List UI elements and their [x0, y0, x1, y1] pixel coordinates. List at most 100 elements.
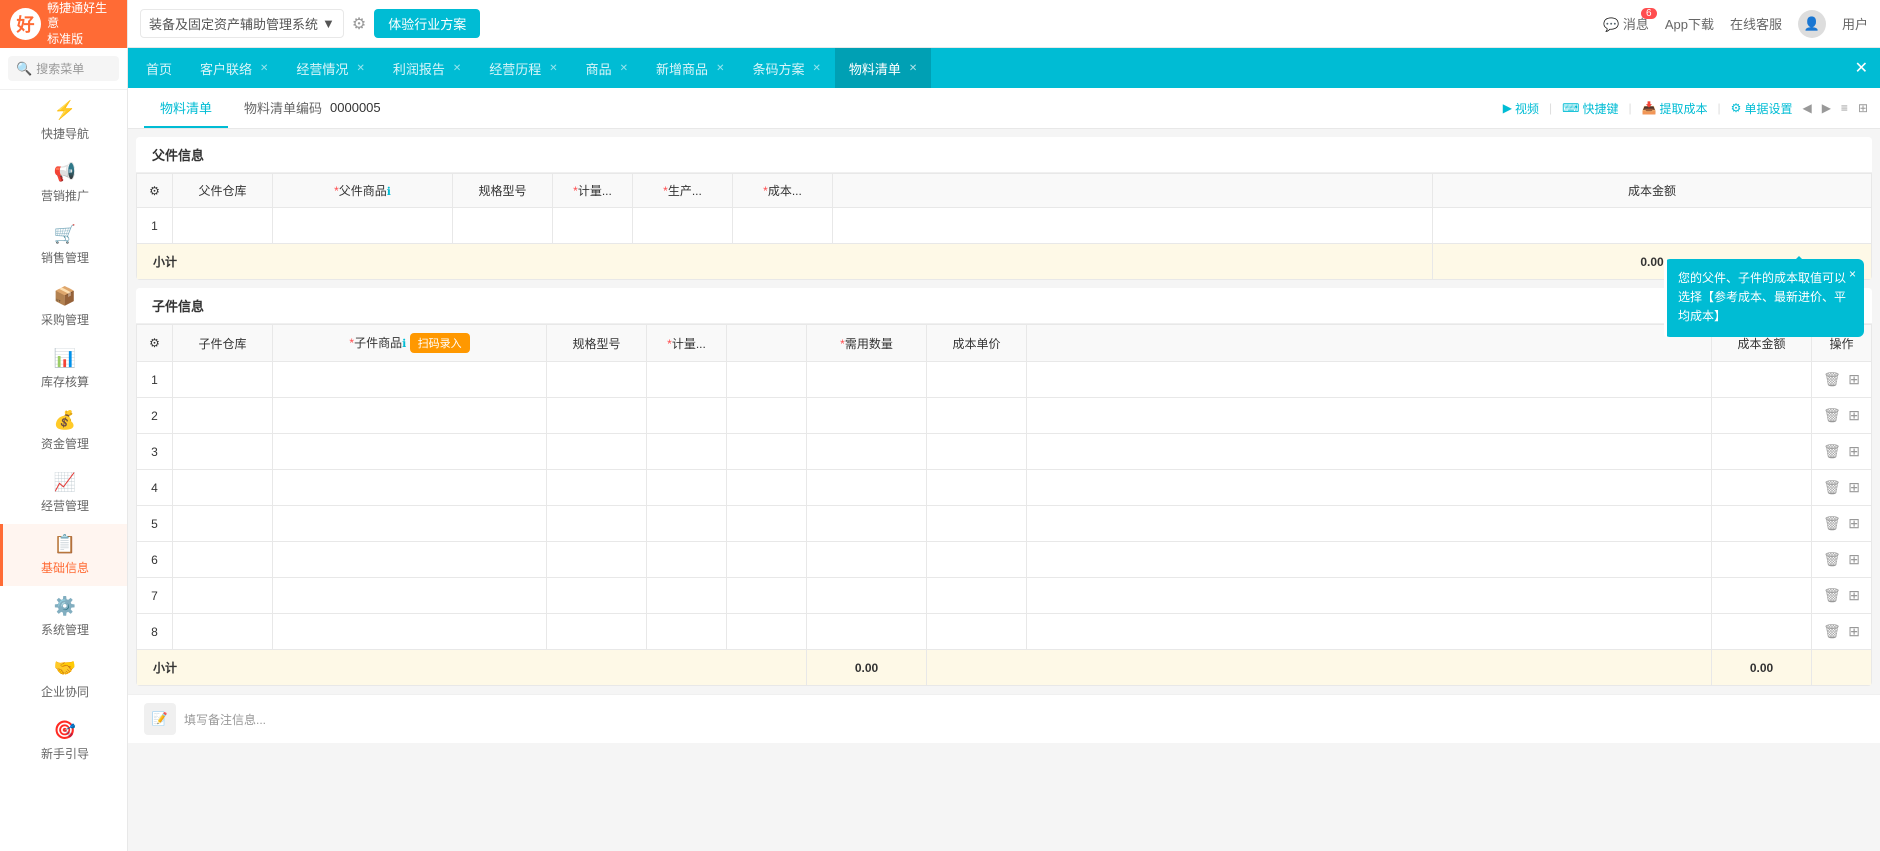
- nav-tab-close-new-product[interactable]: ✕: [716, 63, 724, 74]
- nav-tab-close-bom[interactable]: ✕: [909, 63, 917, 74]
- delete-icon-7[interactable]: 🗑: [1823, 587, 1841, 603]
- sidebar-item-inventory[interactable]: 📊库存核算: [0, 338, 127, 400]
- delete-icon-1[interactable]: 🗑: [1823, 371, 1841, 387]
- child-row-spec-1[interactable]: [547, 362, 647, 398]
- sidebar-item-quick-nav[interactable]: ⚡快捷导航: [0, 90, 127, 152]
- sidebar-item-sales[interactable]: 🛒销售管理: [0, 214, 127, 276]
- copy-icon-6[interactable]: ⊞: [1848, 551, 1860, 567]
- delete-icon-8[interactable]: 🗑: [1823, 623, 1841, 639]
- online-service-link[interactable]: 在线客服: [1730, 14, 1782, 33]
- system-selector[interactable]: 装备及固定资产辅助管理系统 ▼: [140, 9, 344, 38]
- child-row-product-8[interactable]: [273, 614, 547, 650]
- delete-icon-5[interactable]: 🗑: [1823, 515, 1841, 531]
- sub-tab-bom-list[interactable]: 物料清单: [144, 88, 228, 128]
- child-row-spec-2[interactable]: [547, 398, 647, 434]
- child-row-qty-8[interactable]: [807, 614, 927, 650]
- child-row-warehouse-5[interactable]: [173, 506, 273, 542]
- child-row-spec-5[interactable]: [547, 506, 647, 542]
- shortcut-btn[interactable]: ⌨ 快捷键: [1562, 100, 1618, 117]
- child-row-unit-1[interactable]: [647, 362, 727, 398]
- copy-icon-4[interactable]: ⊞: [1848, 479, 1860, 495]
- child-row-cost-unit-7[interactable]: [927, 578, 1027, 614]
- child-row-cost-unit-3[interactable]: [927, 434, 1027, 470]
- nav-tab-products[interactable]: 商品✕: [572, 48, 642, 88]
- trial-button[interactable]: 体验行业方案: [374, 9, 480, 38]
- sidebar-item-enterprise[interactable]: 🤝企业协同: [0, 648, 127, 710]
- child-row-cost-unit-5[interactable]: [927, 506, 1027, 542]
- nav-tab-history[interactable]: 经营历程✕: [475, 48, 571, 88]
- notes-placeholder[interactable]: 填写备注信息...: [184, 711, 266, 728]
- child-row-qty-5[interactable]: [807, 506, 927, 542]
- child-row-qty-4[interactable]: [807, 470, 927, 506]
- child-row-unit-8[interactable]: [647, 614, 727, 650]
- sidebar-search-section[interactable]: 🔍 搜索菜单: [0, 48, 127, 90]
- child-row-warehouse-1[interactable]: [173, 362, 273, 398]
- nav-tab-new-product[interactable]: 新增商品✕: [642, 48, 738, 88]
- parent-row-spec[interactable]: [453, 208, 553, 244]
- nav-tab-close-profit[interactable]: ✕: [453, 63, 461, 74]
- copy-icon-3[interactable]: ⊞: [1848, 443, 1860, 459]
- sidebar-item-marketing[interactable]: 📢营销推广: [0, 152, 127, 214]
- delete-icon-3[interactable]: 🗑: [1823, 443, 1841, 459]
- copy-icon-8[interactable]: ⊞: [1848, 623, 1860, 639]
- nav-right-btn[interactable]: ▶: [1822, 101, 1831, 115]
- nav-tab-close-history[interactable]: ✕: [549, 63, 557, 74]
- close-all-button[interactable]: ✕: [1847, 58, 1876, 78]
- tooltip-close-btn[interactable]: ×: [1849, 265, 1856, 284]
- parent-col-settings[interactable]: ⚙: [137, 174, 173, 208]
- child-row-product-4[interactable]: [273, 470, 547, 506]
- delete-icon-2[interactable]: 🗑: [1823, 407, 1841, 423]
- delete-icon-4[interactable]: 🗑: [1823, 479, 1841, 495]
- child-row-product-3[interactable]: [273, 434, 547, 470]
- child-row-qty-2[interactable]: [807, 398, 927, 434]
- child-row-spec-6[interactable]: [547, 542, 647, 578]
- sidebar-item-purchase[interactable]: 📦采购管理: [0, 276, 127, 338]
- child-row-warehouse-6[interactable]: [173, 542, 273, 578]
- expand-btn[interactable]: ⊞: [1858, 101, 1868, 115]
- child-row-warehouse-7[interactable]: [173, 578, 273, 614]
- child-row-unit-5[interactable]: [647, 506, 727, 542]
- nav-tab-close-operations[interactable]: ✕: [356, 63, 364, 74]
- child-row-warehouse-8[interactable]: [173, 614, 273, 650]
- nav-tab-close-customers[interactable]: ✕: [260, 63, 268, 74]
- child-row-unit-7[interactable]: [647, 578, 727, 614]
- child-row-unit-2[interactable]: [647, 398, 727, 434]
- child-row-product-7[interactable]: [273, 578, 547, 614]
- nav-tab-close-products[interactable]: ✕: [620, 63, 628, 74]
- child-row-qty-7[interactable]: [807, 578, 927, 614]
- nav-tab-customers[interactable]: 客户联络✕: [186, 48, 282, 88]
- child-row-qty-3[interactable]: [807, 434, 927, 470]
- notes-icon-wrap[interactable]: 📝: [144, 703, 176, 735]
- child-row-qty-6[interactable]: [807, 542, 927, 578]
- video-btn[interactable]: ▶ 视频: [1503, 100, 1539, 117]
- nav-tab-operations[interactable]: 经营情况✕: [282, 48, 378, 88]
- child-row-unit-3[interactable]: [647, 434, 727, 470]
- copy-icon-1[interactable]: ⊞: [1848, 371, 1860, 387]
- child-row-warehouse-2[interactable]: [173, 398, 273, 434]
- sub-tab-bom-code[interactable]: 物料清单编码 0000005: [228, 88, 397, 128]
- delete-icon-6[interactable]: 🗑: [1823, 551, 1841, 567]
- app-download-link[interactable]: App下载: [1665, 14, 1714, 33]
- nav-tab-barcode[interactable]: 条码方案✕: [738, 48, 834, 88]
- child-row-cost-unit-8[interactable]: [927, 614, 1027, 650]
- nav-tab-profit[interactable]: 利润报告✕: [379, 48, 475, 88]
- sidebar-item-guide[interactable]: 🎯新手引导: [0, 710, 127, 772]
- copy-icon-5[interactable]: ⊞: [1848, 515, 1860, 531]
- child-row-spec-8[interactable]: [547, 614, 647, 650]
- child-row-product-6[interactable]: [273, 542, 547, 578]
- nav-tab-close-barcode[interactable]: ✕: [812, 63, 820, 74]
- scan-button[interactable]: 扫码录入: [410, 333, 470, 353]
- child-col-settings[interactable]: ⚙: [137, 325, 173, 362]
- avatar[interactable]: 👤: [1798, 10, 1826, 38]
- extract-cost-btn[interactable]: 📥 提取成本: [1642, 100, 1708, 117]
- search-input-wrap[interactable]: 🔍 搜索菜单: [8, 56, 119, 81]
- child-row-product-1[interactable]: [273, 362, 547, 398]
- child-row-unit-4[interactable]: [647, 470, 727, 506]
- message-icon-wrap[interactable]: 💬 6 消息: [1603, 14, 1649, 33]
- nav-tab-home[interactable]: 首页: [132, 48, 186, 88]
- parent-row-unit[interactable]: [553, 208, 633, 244]
- nav-left-btn[interactable]: ◀: [1802, 101, 1811, 115]
- sidebar-item-operations[interactable]: 📈经营管理: [0, 462, 127, 524]
- parent-row-cost[interactable]: [733, 208, 833, 244]
- sidebar-item-basic-info[interactable]: 📋基础信息: [0, 524, 127, 586]
